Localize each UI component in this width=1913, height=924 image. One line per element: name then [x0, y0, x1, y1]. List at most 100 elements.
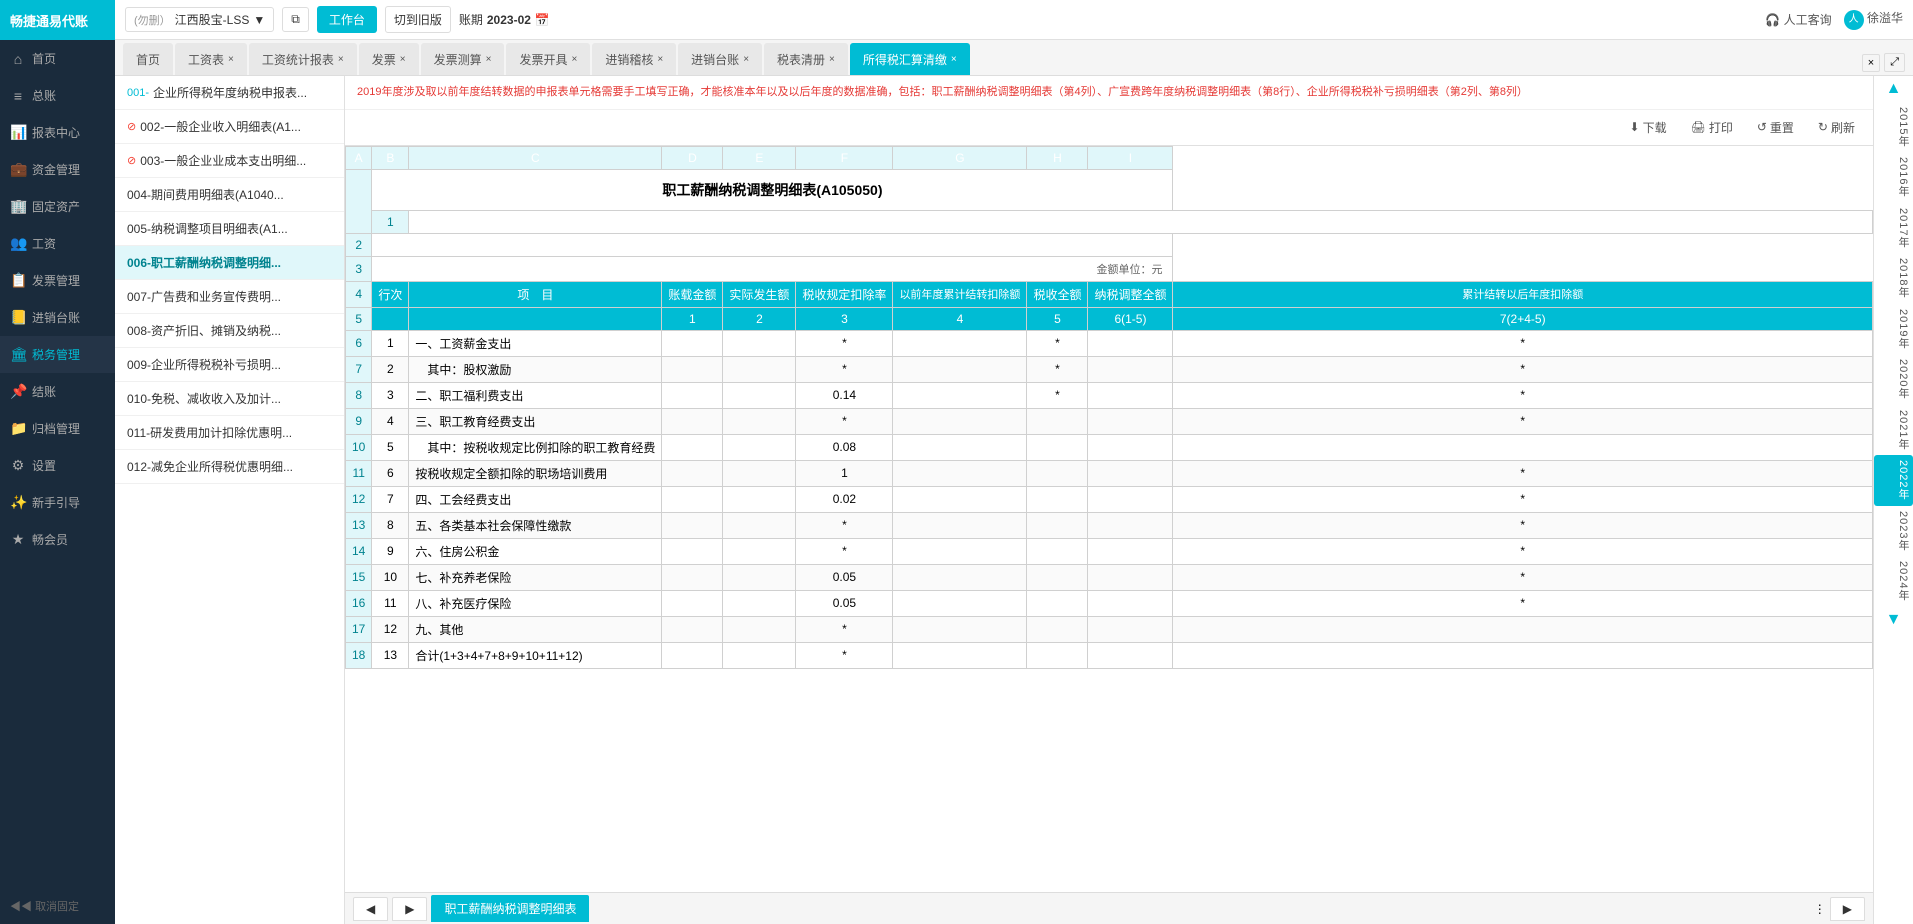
tab-invoice-open[interactable]: 发票开具 × [506, 43, 590, 75]
table-row[interactable]: 15 10 七、补充养老保险 0.05 * [346, 564, 1873, 590]
nav-prev-sheet[interactable]: ◀ [353, 897, 388, 921]
tab-invoice-calc[interactable]: 发票测算 × [421, 43, 505, 75]
col-E: E [723, 146, 796, 169]
year-2022[interactable]: 2022年 [1874, 455, 1913, 505]
list-item-009[interactable]: 009-企业所得税税补亏损明... [115, 348, 344, 382]
list-item-004[interactable]: 004-期间费用明细表(A1040... [115, 178, 344, 212]
sidebar-item-reports[interactable]: 📊 报表中心 [0, 114, 115, 151]
sidebar-unpin[interactable]: ◀◀ 取消固定 [0, 888, 115, 924]
year-down-button[interactable]: ▼ [1882, 607, 1906, 633]
table-row[interactable]: 10 5 其中：按税收规定比例扣除的职工教育经费 0.08 [346, 434, 1873, 460]
table-row[interactable]: 16 11 八、补充医疗保险 0.05 * [346, 590, 1873, 616]
year-2020[interactable]: 2020年 [1874, 354, 1913, 404]
sidebar-item-invoice[interactable]: 📋 发票管理 [0, 262, 115, 299]
sheet-area[interactable]: A B C D E F G H I 职工薪酬纳税调整明细表(A105050) [345, 146, 1873, 893]
sidebar-item-assets[interactable]: 🏢 固定资产 [0, 188, 115, 225]
table-row[interactable]: 12 7 四、工会经费支出 0.02 * [346, 486, 1873, 512]
reset-button[interactable]: ↺ 重置 [1751, 116, 1800, 139]
table-row[interactable]: 6 1 一、工资薪金支出 * * * [346, 330, 1873, 356]
year-2024[interactable]: 2024年 [1874, 556, 1913, 606]
refresh-button[interactable]: ↻ 刷新 [1812, 116, 1861, 139]
table-row[interactable]: 8 3 二、职工福利费支出 0.14 * * [346, 382, 1873, 408]
tab-payroll-report[interactable]: 工资统计报表 × [249, 43, 357, 75]
tab-check[interactable]: 进销稽核 × [592, 43, 676, 75]
tab-close-invoice[interactable]: × [400, 54, 406, 65]
guide-icon: ✨ [10, 494, 26, 511]
tab-close-tax-clear[interactable]: × [829, 54, 835, 65]
tab-close-invoice-calc[interactable]: × [486, 54, 492, 65]
tab-close-sales-ledger[interactable]: × [743, 54, 749, 65]
dropdown-icon: ▼ [253, 13, 265, 27]
tab-close-income-tax[interactable]: × [951, 54, 957, 65]
sidebar-item-archive[interactable]: 📁 归档管理 [0, 410, 115, 447]
tab-close-check[interactable]: × [657, 54, 663, 65]
data-table: A B C D E F G H I 职工薪酬纳税调整明细表(A105050) [345, 146, 1873, 669]
more-icon[interactable]: ⋮ [1814, 902, 1826, 916]
sidebar-item-ledger[interactable]: ≡ 总账 [0, 77, 115, 114]
tab-invoice[interactable]: 发票 × [359, 43, 419, 75]
tab-home[interactable]: 首页 [123, 43, 173, 75]
sidebar-item-funds[interactable]: 💼 资金管理 [0, 151, 115, 188]
list-item-010[interactable]: 010-免税、减收收入及加计... [115, 382, 344, 416]
table-row[interactable]: 11 6 按税收规定全额扣除的职场培训费用 1 * [346, 460, 1873, 486]
sidebar-item-payroll[interactable]: 👥 工资 [0, 225, 115, 262]
tab-close-payroll-report[interactable]: × [338, 54, 344, 65]
nav-next-sheet[interactable]: ▶ [392, 897, 427, 921]
list-item-007[interactable]: 007-广告费和业务宣传费明... [115, 280, 344, 314]
company-selector[interactable]: (勿删） 江西股宝-LSS ▼ [125, 7, 274, 32]
sheet-tab-controls: ⋮ ▶ [1814, 897, 1865, 921]
download-button[interactable]: ⬇ 下载 [1624, 116, 1673, 139]
list-item-012[interactable]: 012-减免企业所得税优惠明细... [115, 450, 344, 484]
copy-button[interactable]: ⧉ [282, 7, 309, 32]
scroll-right[interactable]: ▶ [1830, 897, 1865, 921]
tab-tax-clear[interactable]: 税表清册 × [764, 43, 848, 75]
sheet-tab-main[interactable]: 职工薪酬纳税调整明细表 [431, 895, 589, 922]
switch-old-button[interactable]: 切到旧版 [385, 6, 451, 33]
year-2017[interactable]: 2017年 [1874, 203, 1913, 253]
print-button[interactable]: 🖨 打印 [1685, 116, 1739, 139]
sidebar-item-tax[interactable]: 🏛 税务管理 [0, 336, 115, 373]
fullscreen-button[interactable]: ⤢ [1884, 53, 1905, 72]
table-row[interactable]: 14 9 六、住房公积金 * * [346, 538, 1873, 564]
list-item-005[interactable]: 005-纳税调整项目明细表(A1... [115, 212, 344, 246]
sidebar-item-close[interactable]: 📌 结账 [0, 373, 115, 410]
workbench-button[interactable]: 工作台 [317, 6, 377, 33]
period-selector[interactable]: 账期 2023-02 📅 [459, 11, 550, 28]
list-item-003[interactable]: ⊘ 003-一般企业业成本支出明细... [115, 144, 344, 178]
title-row: 职工薪酬纳税调整明细表(A105050) [346, 169, 1873, 210]
table-row[interactable]: 17 12 九、其他 * [346, 616, 1873, 642]
year-2023[interactable]: 2023年 [1874, 506, 1913, 556]
col-H: H [1027, 146, 1088, 169]
table-row[interactable]: 7 2 其中：股权激励 * * * [346, 356, 1873, 382]
tab-sales-ledger[interactable]: 进销台账 × [678, 43, 762, 75]
list-item-008[interactable]: 008-资产折旧、摊销及纳税... [115, 314, 344, 348]
table-row[interactable]: 9 4 三、职工教育经费支出 * * [346, 408, 1873, 434]
tab-close-payroll[interactable]: × [228, 54, 234, 65]
list-item-006[interactable]: 006-职工薪酬纳税调整明细... [115, 246, 344, 280]
tab-payroll[interactable]: 工资表 × [175, 43, 247, 75]
help-button[interactable]: 🎧 人工客询 [1765, 11, 1831, 28]
close-all-button[interactable]: × [1862, 54, 1880, 72]
tab-controls: × ⤢ [1862, 53, 1905, 75]
year-2019[interactable]: 2019年 [1874, 304, 1913, 354]
invoice-icon: 📋 [10, 272, 26, 289]
sidebar-item-guide[interactable]: ✨ 新手引导 [0, 484, 115, 521]
sidebar-item-vip[interactable]: ★ 畅会员 [0, 521, 115, 558]
year-2015[interactable]: 2015年 [1874, 102, 1913, 152]
list-item-011[interactable]: 011-研发费用加计扣除优惠明... [115, 416, 344, 450]
year-2021[interactable]: 2021年 [1874, 405, 1913, 455]
tab-close-invoice-open[interactable]: × [571, 54, 577, 65]
table-row[interactable]: 13 8 五、各类基本社会保障性缴款 * * [346, 512, 1873, 538]
sidebar-item-home[interactable]: ⌂ 首页 [0, 40, 115, 77]
tab-income-tax[interactable]: 所得税汇算清缴 × [850, 43, 970, 75]
sidebar-item-sales[interactable]: 📒 进销台账 [0, 299, 115, 336]
year-2018[interactable]: 2018年 [1874, 253, 1913, 303]
list-item-002[interactable]: ⊘ 002-一般企业收入明细表(A1... [115, 110, 344, 144]
col-F: F [796, 146, 893, 169]
year-up-button[interactable]: ▲ [1882, 76, 1906, 102]
sidebar-item-settings[interactable]: ⚙ 设置 [0, 447, 115, 484]
list-item-001[interactable]: 001- 企业所得税年度纳税申报表... [115, 76, 344, 110]
year-2016[interactable]: 2016年 [1874, 152, 1913, 202]
user-menu[interactable]: 人 徐溢华 [1844, 9, 1903, 30]
table-row[interactable]: 18 13 合计(1+3+4+7+8+9+10+11+12) * [346, 642, 1873, 668]
